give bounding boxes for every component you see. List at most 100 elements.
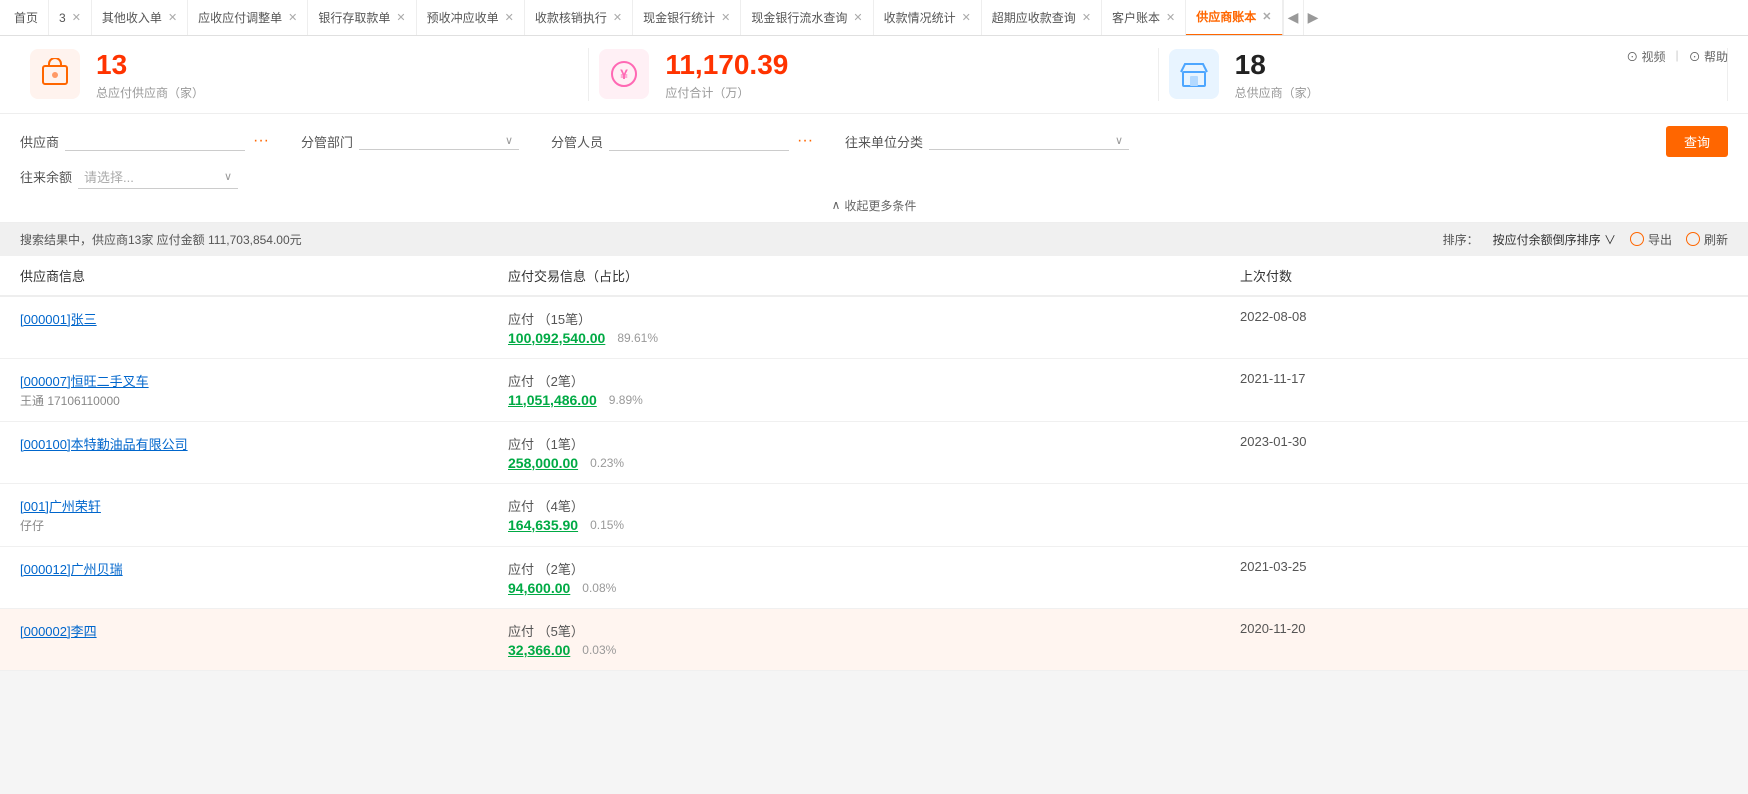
nav-tab-3-label: 3 bbox=[59, 11, 66, 25]
export-label: 导出 bbox=[1648, 231, 1672, 248]
supplier-info-5: [000012]广州贝瑞 bbox=[20, 559, 508, 578]
supplier-icon bbox=[30, 49, 80, 99]
total-suppliers-num: 18 bbox=[1235, 48, 1319, 82]
payable-amount-3[interactable]: 258,000.00 bbox=[508, 455, 578, 471]
supplier-link-5[interactable]: [000012]广州贝瑞 bbox=[20, 559, 508, 578]
supplier-link-3[interactable]: [000100]本特勤油品有限公司 bbox=[20, 434, 508, 453]
last-pay-6: 2020-11-20 bbox=[1240, 621, 1728, 636]
nav-tab-other-income-label: 其他收入单 bbox=[102, 9, 162, 26]
nav-tab-cash-bank-stat[interactable]: 现金银行统计 ✕ bbox=[633, 0, 741, 36]
supplier-link-4[interactable]: [001]广州荣轩 bbox=[20, 496, 508, 515]
video-link[interactable]: ⊙ 视频 bbox=[1626, 48, 1665, 65]
category-chevron-icon: ∨ bbox=[1115, 134, 1123, 147]
payable-info-4: 应付 （4笔） 164,635.90 0.15% bbox=[508, 496, 1240, 533]
sort-value[interactable]: 按应付余额倒序排序 ∨ bbox=[1493, 231, 1616, 248]
supplier-info-1: [000001]张三 bbox=[20, 309, 508, 328]
filter-dept: 分管部门 ∨ bbox=[301, 132, 519, 151]
payable-label-3: 应付 （1笔） bbox=[508, 434, 1240, 453]
payable-label-1: 应付 （15笔） bbox=[508, 309, 1240, 328]
nav-tab-prepay[interactable]: 预收冲应收单 ✕ bbox=[417, 0, 525, 36]
supplier-link-1[interactable]: [000001]张三 bbox=[20, 309, 508, 328]
payable-amount-2[interactable]: 11,051,486.00 bbox=[508, 392, 597, 408]
filter-supplier-input[interactable] bbox=[65, 131, 245, 151]
export-icon bbox=[1630, 232, 1644, 246]
filter-balance: 往来余额 请选择... ∨ bbox=[20, 165, 238, 189]
refresh-button[interactable]: 刷新 bbox=[1686, 231, 1728, 248]
nav-left-arrow[interactable]: ◀ bbox=[1283, 0, 1303, 36]
filter-balance-label: 往来余额 bbox=[20, 167, 72, 186]
nav-tab-other-income[interactable]: 其他收入单 ✕ bbox=[92, 0, 188, 36]
payable-amount-5[interactable]: 94,600.00 bbox=[508, 580, 570, 596]
help-link[interactable]: ⊙ 帮助 bbox=[1689, 48, 1728, 65]
nav-tab-supplier-book-close[interactable]: ✕ bbox=[1262, 10, 1271, 23]
export-button[interactable]: 导出 bbox=[1630, 231, 1672, 248]
nav-tab-bank-deposit-close[interactable]: ✕ bbox=[396, 11, 405, 24]
nav-tab-cash-flow-close[interactable]: ✕ bbox=[853, 11, 862, 24]
nav-tab-receipt-verify-close[interactable]: ✕ bbox=[613, 11, 622, 24]
payable-amount-1[interactable]: 100,092,540.00 bbox=[508, 330, 605, 346]
collapse-button[interactable]: ∧ 收起更多条件 bbox=[20, 197, 1728, 214]
results-bar: 搜索结果中，供应商13家 应付金额 111,703,854.00元 排序： 按应… bbox=[0, 223, 1748, 256]
filter-dept-select[interactable]: ∨ bbox=[359, 132, 519, 150]
table-row: [000100]本特勤油品有限公司 应付 （1笔） 258,000.00 0.2… bbox=[0, 422, 1748, 484]
filter-category-select[interactable]: ∨ bbox=[929, 132, 1129, 150]
supplier-sub-2: 王通 17106110000 bbox=[20, 392, 508, 409]
filter-supplier: 供应商 ··· bbox=[20, 131, 269, 151]
nav-tab-overdue-query-close[interactable]: ✕ bbox=[1082, 11, 1091, 24]
payable-info-2: 应付 （2笔） 11,051,486.00 9.89% bbox=[508, 371, 1240, 408]
sort-prefix: 排序： bbox=[1443, 231, 1479, 248]
table-row: [000002]李四 应付 （5笔） 32,366.00 0.03% 2020-… bbox=[0, 609, 1748, 671]
nav-tab-cash-flow[interactable]: 现金银行流水查询 ✕ bbox=[741, 0, 873, 36]
payable-amount-4[interactable]: 164,635.90 bbox=[508, 517, 578, 533]
payable-label-4: 应付 （4笔） bbox=[508, 496, 1240, 515]
filter-person-input[interactable] bbox=[609, 131, 789, 151]
payable-label-6: 应付 （5笔） bbox=[508, 621, 1240, 640]
summary-payable-total-text: 11,170.39 应付合计（万） bbox=[665, 48, 788, 101]
filter-supplier-dots[interactable]: ··· bbox=[253, 132, 269, 150]
nav-tab-other-income-close[interactable]: ✕ bbox=[168, 11, 177, 24]
nav-tab-3[interactable]: 3 ✕ bbox=[49, 0, 92, 36]
nav-tab-customer-book[interactable]: 客户账本 ✕ bbox=[1102, 0, 1186, 36]
filter-row-1: 供应商 ··· 分管部门 ∨ 分管人员 ··· 往来单位分类 ∨ bbox=[20, 126, 1728, 157]
payable-pct-2: 9.89% bbox=[609, 393, 643, 407]
sort-value-text: 按应付余额倒序排序 bbox=[1493, 233, 1601, 247]
nav-tab-adjustment[interactable]: 应收应付调整单 ✕ bbox=[188, 0, 308, 36]
nav-right-arrow[interactable]: ▶ bbox=[1303, 0, 1323, 36]
nav-tab-supplier-book[interactable]: 供应商账本 ✕ bbox=[1186, 0, 1282, 36]
supplier-link-6[interactable]: [000002]李四 bbox=[20, 621, 508, 640]
payable-amount-6[interactable]: 32,366.00 bbox=[508, 642, 570, 658]
nav-tab-receipt-stat[interactable]: 收款情况统计 ✕ bbox=[874, 0, 982, 36]
query-button[interactable]: 查询 bbox=[1666, 126, 1728, 157]
filter-person-dots[interactable]: ··· bbox=[797, 132, 813, 150]
filter-balance-select[interactable]: 请选择... ∨ bbox=[78, 165, 238, 189]
total-suppliers-label: 总供应商（家） bbox=[1235, 84, 1319, 101]
supplier-info-4: [001]广州荣轩 仔仔 bbox=[20, 496, 508, 534]
payable-pct-6: 0.03% bbox=[582, 643, 616, 657]
nav-tab-adjustment-close[interactable]: ✕ bbox=[288, 11, 297, 24]
nav-tab-3-close[interactable]: ✕ bbox=[72, 11, 81, 24]
filter-row-2: 往来余额 请选择... ∨ bbox=[20, 165, 1728, 189]
supplier-link-2[interactable]: [000007]恒旺二手叉车 bbox=[20, 371, 508, 390]
nav-tab-home[interactable]: 首页 bbox=[4, 0, 49, 36]
nav-tab-receipt-stat-close[interactable]: ✕ bbox=[962, 11, 971, 24]
last-pay-1: 2022-08-08 bbox=[1240, 309, 1728, 324]
nav-tab-supplier-book-label: 供应商账本 bbox=[1196, 8, 1256, 25]
summary-bar: 13 总应付供应商（家） ¥ 11,170.39 应付合计（万） 18 总供 bbox=[0, 36, 1748, 114]
col-header-supplier: 供应商信息 bbox=[20, 266, 508, 285]
payable-pct-4: 0.15% bbox=[590, 518, 624, 532]
nav-tab-bank-deposit-label: 银行存取款单 bbox=[318, 9, 390, 26]
payable-info-5: 应付 （2笔） 94,600.00 0.08% bbox=[508, 559, 1240, 596]
payable-suppliers-label: 总应付供应商（家） bbox=[96, 84, 204, 101]
collapse-label: 收起更多条件 bbox=[844, 197, 916, 214]
sort-arrow-icon: ∨ bbox=[1604, 233, 1616, 247]
nav-tab-overdue-query[interactable]: 超期应收款查询 ✕ bbox=[982, 0, 1102, 36]
nav-tab-customer-book-label: 客户账本 bbox=[1112, 9, 1160, 26]
nav-tab-prepay-close[interactable]: ✕ bbox=[505, 11, 514, 24]
summary-payable-total: ¥ 11,170.39 应付合计（万） bbox=[589, 48, 1158, 101]
payable-pct-3: 0.23% bbox=[590, 456, 624, 470]
nav-tab-cash-bank-stat-close[interactable]: ✕ bbox=[721, 11, 730, 24]
nav-tab-receipt-verify[interactable]: 收款核销执行 ✕ bbox=[525, 0, 633, 36]
supplier-info-3: [000100]本特勤油品有限公司 bbox=[20, 434, 508, 453]
nav-tab-customer-book-close[interactable]: ✕ bbox=[1166, 11, 1175, 24]
nav-tab-bank-deposit[interactable]: 银行存取款单 ✕ bbox=[308, 0, 416, 36]
